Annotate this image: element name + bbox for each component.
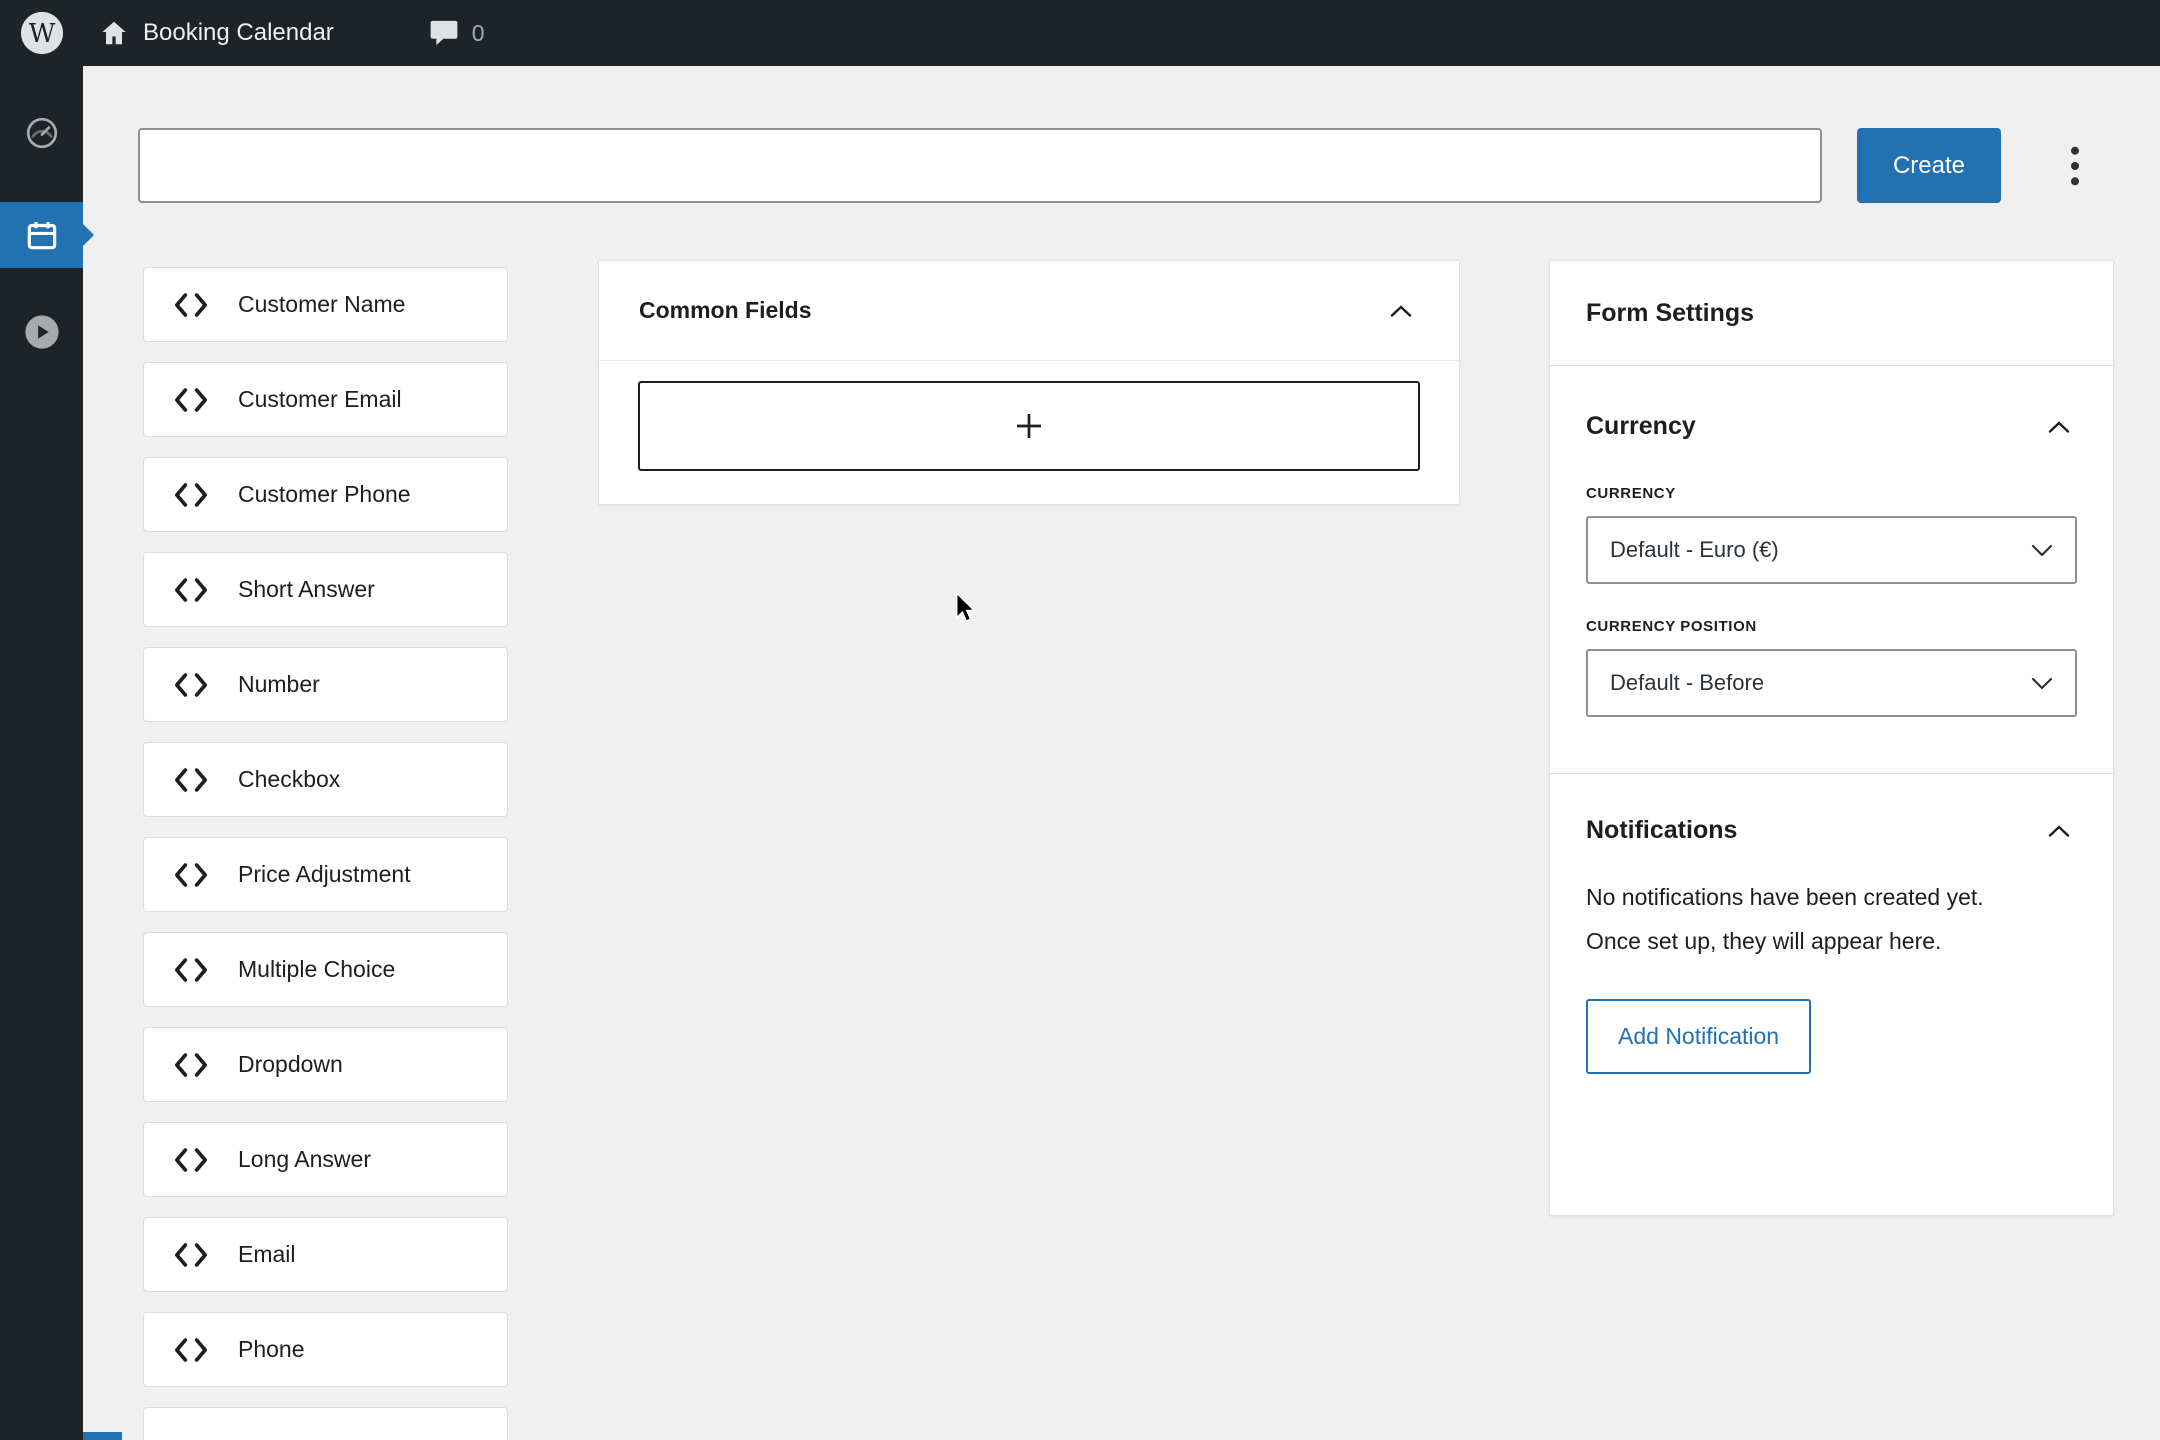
comments-link[interactable]: 0 — [416, 0, 497, 66]
collapse-notifications-button[interactable] — [2041, 818, 2077, 844]
form-settings-title: Form Settings — [1586, 298, 1755, 327]
site-name: Booking Calendar — [143, 19, 334, 46]
field-item-multiple-choice[interactable]: Multiple Choice — [143, 932, 508, 1007]
code-icon — [174, 292, 208, 318]
kebab-menu-icon — [2069, 145, 2081, 187]
common-fields-panel: Common Fields — [598, 260, 1460, 505]
currency-label: CURRENCY — [1586, 485, 1676, 502]
chevron-up-icon — [1389, 304, 1413, 318]
field-item-checkbox[interactable]: Checkbox — [143, 742, 508, 817]
dashboard-gauge-icon — [24, 115, 60, 151]
notifications-empty-message: No notifications have been created yet. … — [1586, 884, 1984, 954]
currency-select[interactable]: Default - Euro (€) — [1586, 516, 2077, 584]
code-icon — [174, 672, 208, 698]
currency-position-label: CURRENCY POSITION — [1586, 618, 1757, 635]
chevron-up-icon — [2047, 420, 2071, 434]
wordpress-logo-icon: W — [19, 10, 65, 56]
partial-element-fragment — [83, 1432, 122, 1440]
code-icon — [174, 577, 208, 603]
chevron-up-icon — [2047, 824, 2071, 838]
create-button[interactable]: Create — [1857, 128, 2001, 203]
field-item-label: Customer Email — [238, 386, 402, 412]
code-icon — [174, 482, 208, 508]
currency-select-value: Default - Euro (€) — [1610, 537, 1779, 562]
code-icon — [174, 1052, 208, 1078]
field-item-email[interactable]: Email — [143, 1217, 508, 1292]
chevron-down-icon — [2031, 677, 2053, 690]
play-circle-icon — [23, 313, 61, 351]
notifications-section-title: Notifications — [1586, 816, 1738, 844]
field-item-label: Dropdown — [238, 1051, 343, 1077]
field-item-long-answer[interactable]: Long Answer — [143, 1122, 508, 1197]
sidebar-item-booking-calendar[interactable] — [0, 202, 94, 268]
form-title-input[interactable] — [138, 128, 1822, 203]
field-item-label: Short Answer — [238, 576, 375, 602]
mouse-cursor-icon — [955, 592, 976, 623]
field-item-label: Customer Phone — [238, 481, 411, 507]
collapse-common-fields-button[interactable] — [1383, 298, 1419, 324]
field-item-label: Checkbox — [238, 766, 341, 792]
field-item-number[interactable]: Number — [143, 647, 508, 722]
form-settings-panel: Form Settings Currency CURRENCY Default … — [1549, 260, 2114, 1216]
field-item-label: Customer Name — [238, 291, 406, 317]
common-fields-title: Common Fields — [639, 297, 812, 323]
admin-bar: W Booking Calendar 0 — [0, 0, 2160, 66]
admin-sidebar — [0, 66, 94, 1440]
code-icon — [174, 957, 208, 983]
field-item-label: Phone — [238, 1336, 305, 1362]
field-item-label: Long Answer — [238, 1146, 371, 1172]
code-icon — [174, 387, 208, 413]
field-item-price-adjustment[interactable]: Price Adjustment — [143, 837, 508, 912]
site-link[interactable]: Booking Calendar — [83, 0, 350, 66]
field-item-label: Multiple Choice — [238, 956, 396, 982]
chevron-down-icon — [2031, 544, 2053, 557]
common-fields-body — [599, 361, 1459, 471]
field-item-label: Number — [238, 671, 320, 697]
currency-section: Currency CURRENCY Default - Euro (€) CUR… — [1550, 366, 2113, 774]
common-fields-header: Common Fields — [599, 261, 1459, 361]
notifications-section: Notifications No notifications have been… — [1550, 774, 2113, 1110]
svg-text:W: W — [28, 19, 55, 49]
field-item-dropdown[interactable]: Dropdown — [143, 1027, 508, 1102]
field-item-customer-name[interactable]: Customer Name — [143, 267, 508, 342]
field-item-short-answer[interactable]: Short Answer — [143, 552, 508, 627]
field-item-label: Email — [238, 1241, 296, 1267]
field-item-phone[interactable]: Phone — [143, 1312, 508, 1387]
plus-icon — [1011, 408, 1047, 444]
sidebar-item-dashboard[interactable] — [0, 100, 83, 166]
calendar-icon — [23, 216, 61, 254]
collapse-currency-button[interactable] — [2041, 414, 2077, 440]
currency-section-title: Currency — [1586, 412, 1696, 440]
sidebar-item-video[interactable] — [0, 299, 83, 365]
code-icon — [174, 767, 208, 793]
main-content: Create Customer Name Customer Email Cust… — [83, 66, 2160, 1440]
code-icon — [174, 862, 208, 888]
form-settings-header: Form Settings — [1550, 261, 2113, 366]
currency-position-select[interactable]: Default - Before — [1586, 649, 2077, 717]
comment-count: 0 — [471, 19, 485, 46]
field-item-customer-phone[interactable]: Customer Phone — [143, 457, 508, 532]
currency-position-select-value: Default - Before — [1610, 670, 1765, 695]
code-icon — [174, 1147, 208, 1173]
home-icon — [99, 18, 129, 48]
code-icon — [174, 1242, 208, 1268]
comment-bubble-icon — [428, 19, 460, 47]
field-item-partial[interactable] — [143, 1407, 508, 1440]
field-item-customer-email[interactable]: Customer Email — [143, 362, 508, 437]
code-icon — [174, 1337, 208, 1363]
wordpress-menu-button[interactable]: W — [0, 0, 83, 66]
field-palette: Customer Name Customer Email Customer Ph… — [143, 267, 508, 1440]
active-menu-arrow — [83, 224, 94, 246]
add-field-button[interactable] — [638, 381, 1420, 471]
add-notification-button[interactable]: Add Notification — [1586, 999, 1812, 1074]
kebab-menu-button[interactable] — [2045, 136, 2105, 196]
field-item-label: Price Adjustment — [238, 861, 411, 887]
